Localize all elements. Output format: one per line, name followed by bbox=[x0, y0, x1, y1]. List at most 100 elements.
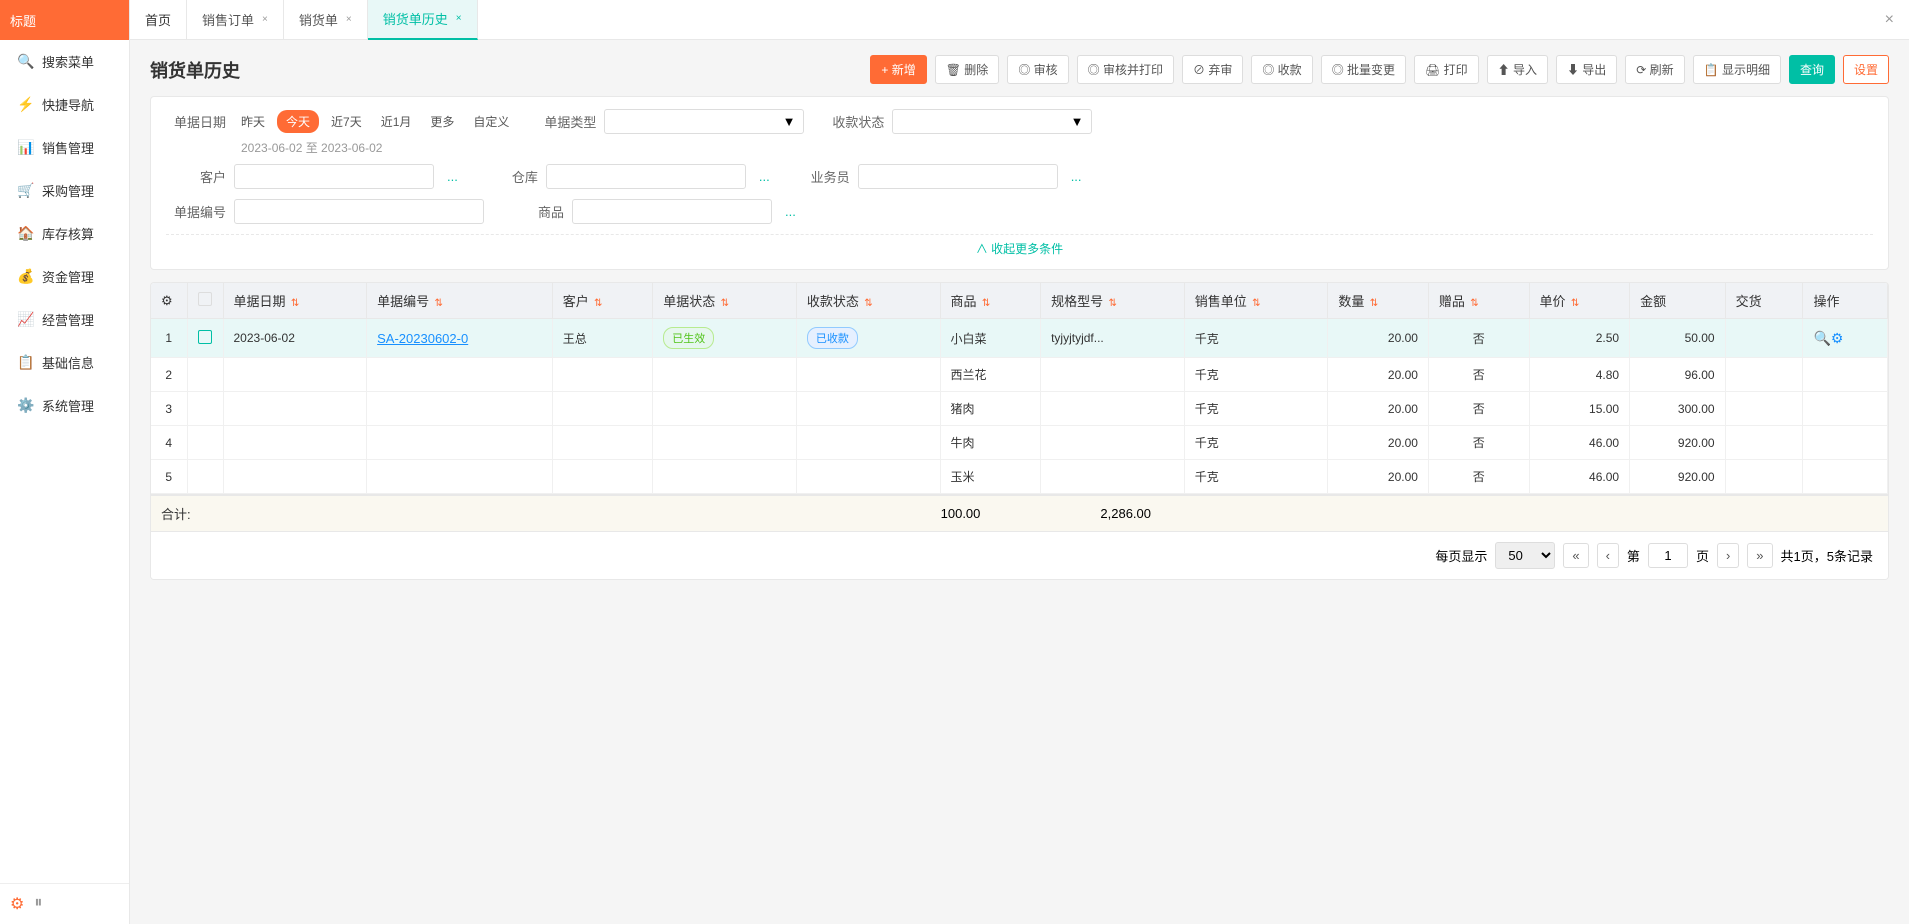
new-button[interactable]: + 新增 bbox=[870, 55, 926, 84]
col-quantity[interactable]: 数量 ⇅ bbox=[1328, 283, 1429, 319]
col-amount-label: 金额 bbox=[1640, 294, 1666, 309]
sidebar-item-basic-info[interactable]: 📋 基础信息 bbox=[0, 341, 129, 384]
print-button[interactable]: 🖨 打印 bbox=[1414, 55, 1479, 84]
col-settings[interactable]: ⚙ bbox=[151, 283, 187, 319]
date-btn-today[interactable]: 今天 bbox=[277, 110, 319, 133]
col-spec-type[interactable]: 规格型号 ⇅ bbox=[1041, 283, 1185, 319]
date-btn-custom[interactable]: 自定义 bbox=[466, 110, 516, 133]
col-actions-label: 操作 bbox=[1813, 294, 1839, 309]
page-number-input[interactable] bbox=[1648, 543, 1688, 568]
tab-sales-order[interactable]: 销售订单 × bbox=[187, 0, 284, 40]
payment-status-select[interactable]: ▼ bbox=[892, 109, 1092, 134]
row-payment-status bbox=[796, 460, 940, 494]
row-amount: 920.00 bbox=[1630, 426, 1726, 460]
row-customer bbox=[552, 426, 653, 460]
tab-sales-delivery-close[interactable]: × bbox=[346, 14, 352, 25]
row-unit-price: 46.00 bbox=[1529, 426, 1630, 460]
date-btn-more[interactable]: 更多 bbox=[423, 110, 461, 133]
table-row: 5玉米千克20.00否46.00920.00 bbox=[151, 460, 1888, 494]
page-content: 销货单历史 + 新增 🗑 删除 ◎ 审核 ◎ 审核并打印 ⊘ 弃审 ◎ 收款 ◎… bbox=[130, 40, 1909, 924]
tab-sales-delivery[interactable]: 销货单 × bbox=[284, 0, 368, 40]
sidebar-item-label: 库存核算 bbox=[42, 224, 94, 243]
tab-sales-history[interactable]: 销货单历史 × bbox=[368, 0, 478, 40]
sidebar-bottom-icon1[interactable]: ⚙ bbox=[10, 894, 24, 914]
edit-icon[interactable]: ⚙ bbox=[1831, 330, 1844, 346]
sidebar-item-finance-mgmt[interactable]: 💰 资金管理 bbox=[0, 255, 129, 298]
next-page-button[interactable]: › bbox=[1717, 543, 1739, 568]
sidebar-item-search-menu[interactable]: 🔍 搜索菜单 bbox=[0, 40, 129, 83]
row-checkbox bbox=[187, 392, 223, 426]
tab-sales-history-close[interactable]: × bbox=[456, 13, 462, 24]
date-btn-1month[interactable]: 近1月 bbox=[374, 110, 419, 133]
sidebar-item-sys-mgmt[interactable]: ⚙️ 系统管理 bbox=[0, 384, 129, 427]
row-doc-status: 已生效 bbox=[653, 319, 797, 358]
goods-dots[interactable]: ... bbox=[785, 204, 796, 219]
date-btn-7days[interactable]: 近7天 bbox=[324, 110, 369, 133]
col-doc-status[interactable]: 单据状态 ⇅ bbox=[653, 283, 797, 319]
col-customer[interactable]: 客户 ⇅ bbox=[552, 283, 653, 319]
goods-input[interactable] bbox=[572, 199, 772, 224]
sidebar-bottom-icon2[interactable]: ⏸ bbox=[34, 894, 42, 914]
row-gift: 否 bbox=[1428, 319, 1529, 358]
per-page-select[interactable]: 50 100 200 bbox=[1495, 542, 1555, 569]
collect-button[interactable]: ◎ 收款 bbox=[1251, 55, 1312, 84]
query-button[interactable]: 查询 bbox=[1789, 55, 1835, 84]
collapse-filter-button[interactable]: ∧ 收起更多条件 bbox=[166, 234, 1873, 257]
sidebar-item-sales-mgmt[interactable]: 📊 销售管理 bbox=[0, 126, 129, 169]
row-gift: 否 bbox=[1428, 426, 1529, 460]
table-body: 12023-06-02SA-20230602-0王总已生效已收款小白菜tyjyj… bbox=[151, 319, 1888, 494]
col-sales-unit[interactable]: 销售单位 ⇅ bbox=[1184, 283, 1328, 319]
prev-page-button[interactable]: ‹ bbox=[1597, 543, 1619, 568]
inventory-icon: 🏠 bbox=[18, 226, 34, 242]
refresh-button[interactable]: ⟳ 刷新 bbox=[1625, 55, 1684, 84]
export-button[interactable]: ⬇ 导出 bbox=[1556, 55, 1617, 84]
last-page-button[interactable]: » bbox=[1747, 543, 1772, 568]
batch-change-button[interactable]: ◎ 批量变更 bbox=[1321, 55, 1406, 84]
date-btn-yesterday[interactable]: 昨天 bbox=[234, 110, 272, 133]
abandon-button[interactable]: ⊘ 弃审 bbox=[1182, 55, 1243, 84]
sidebar-item-inventory[interactable]: 🏠 库存核算 bbox=[0, 212, 129, 255]
doc-number-input[interactable] bbox=[234, 199, 484, 224]
col-gift-label: 赠品 bbox=[1439, 294, 1465, 309]
warehouse-dots[interactable]: ... bbox=[759, 169, 770, 184]
customer-input[interactable] bbox=[234, 164, 434, 189]
first-page-button[interactable]: « bbox=[1563, 543, 1588, 568]
audit-print-button[interactable]: ◎ 审核并打印 bbox=[1077, 55, 1174, 84]
select-all-checkbox[interactable] bbox=[198, 292, 212, 306]
salesperson-dots[interactable]: ... bbox=[1071, 169, 1082, 184]
row-transaction bbox=[1725, 426, 1803, 460]
tab-sales-order-close[interactable]: × bbox=[262, 14, 268, 25]
doc-type-select[interactable]: ▼ bbox=[604, 109, 804, 134]
col-goods[interactable]: 商品 ⇅ bbox=[940, 283, 1041, 319]
delete-button[interactable]: 🗑 删除 bbox=[935, 55, 1000, 84]
warehouse-input[interactable] bbox=[546, 164, 746, 189]
row-transaction bbox=[1725, 358, 1803, 392]
show-detail-button[interactable]: 📋 显示明细 bbox=[1693, 55, 1781, 84]
sidebar-item-quick-nav[interactable]: ⚡ 快捷导航 bbox=[0, 83, 129, 126]
sidebar-item-label: 经营管理 bbox=[42, 310, 94, 329]
pagination: 每页显示 50 100 200 « ‹ 第 页 › » 共1页，5条记录 bbox=[151, 531, 1888, 579]
audit-button[interactable]: ◎ 审核 bbox=[1007, 55, 1068, 84]
customer-dots[interactable]: ... bbox=[447, 169, 458, 184]
sidebar-item-purchase-mgmt[interactable]: 🛒 采购管理 bbox=[0, 169, 129, 212]
col-doc-number[interactable]: 单据编号 ⇅ bbox=[367, 283, 553, 319]
col-unit-price[interactable]: 单价 ⇅ bbox=[1529, 283, 1630, 319]
col-payment-status[interactable]: 收款状态 ⇅ bbox=[796, 283, 940, 319]
col-transaction-label: 交货 bbox=[1736, 294, 1762, 309]
col-gift[interactable]: 赠品 ⇅ bbox=[1428, 283, 1529, 319]
row-quantity: 20.00 bbox=[1328, 460, 1429, 494]
tab-home[interactable]: 首页 bbox=[130, 0, 187, 40]
settings-button[interactable]: 设置 bbox=[1843, 55, 1889, 84]
view-icon[interactable]: 🔍 bbox=[1813, 330, 1830, 346]
filter-row-3: 单据编号 商品 ... bbox=[166, 199, 1873, 224]
row-actions bbox=[1803, 460, 1888, 494]
import-button[interactable]: ⬆ 导入 bbox=[1487, 55, 1548, 84]
finance-icon: 💰 bbox=[18, 269, 34, 285]
row-number: 2 bbox=[151, 358, 187, 392]
tabs-close-all[interactable]: × bbox=[1870, 11, 1909, 29]
salesperson-input[interactable] bbox=[858, 164, 1058, 189]
col-doc-date[interactable]: 单据日期 ⇅ bbox=[223, 283, 367, 319]
row-gift: 否 bbox=[1428, 358, 1529, 392]
sidebar-item-biz-mgmt[interactable]: 📈 经营管理 bbox=[0, 298, 129, 341]
row-doc-number: SA-20230602-0 bbox=[367, 319, 553, 358]
